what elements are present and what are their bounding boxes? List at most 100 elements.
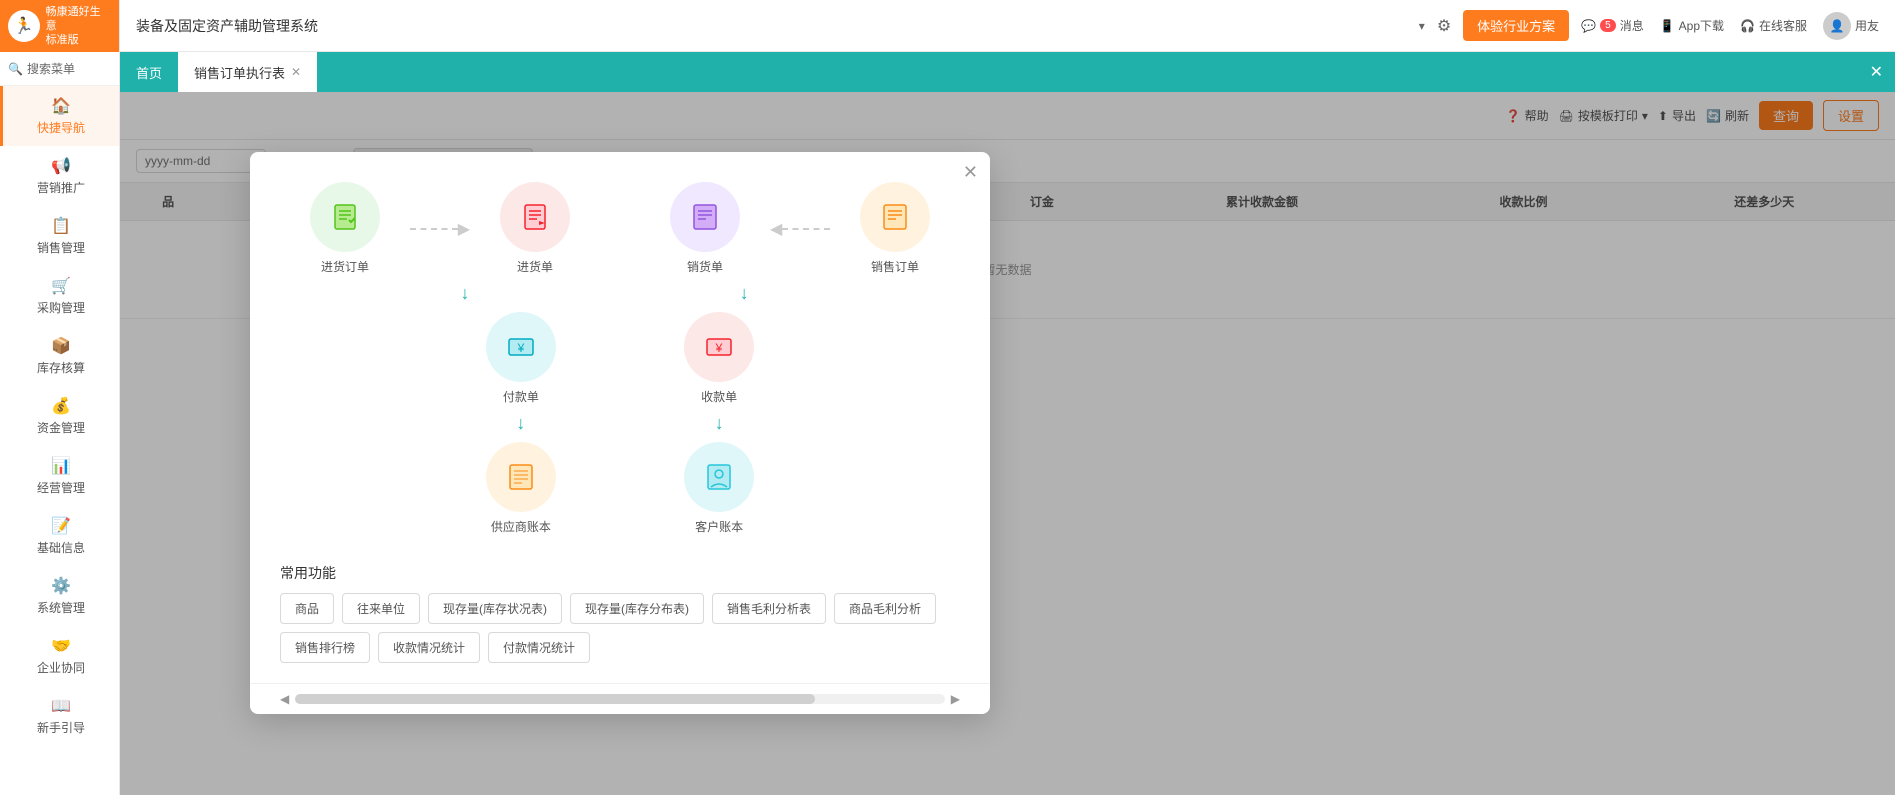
func-btn-sales-rank[interactable]: 销售排行榜	[280, 632, 370, 663]
func-btn-sales-gross[interactable]: 销售毛利分析表	[712, 593, 826, 624]
sidebar-item-basic-info[interactable]: 📝 基础信息	[0, 506, 119, 566]
flow-diagram: 进货订单 ▶	[250, 152, 990, 563]
title-dropdown[interactable]: ▾	[1419, 19, 1425, 33]
scroll-right-button[interactable]: ▶	[951, 692, 960, 706]
chevron-down-icon: ▾	[1419, 19, 1425, 33]
scroll-track[interactable]	[295, 694, 945, 704]
sidebar: 🏃 畅康通好生意 标准版 🔍 搜索菜单 🏠 快捷导航 📢 营销推广 📋 销售管理…	[0, 0, 120, 795]
sidebar-item-enterprise[interactable]: 🤝 企业协同	[0, 626, 119, 686]
tab-close-all-icon[interactable]: ✕	[1870, 62, 1883, 82]
flow-node-purchase-bill[interactable]: 进货单	[470, 182, 600, 275]
common-functions-section: 常用功能 商品 往来单位 现存量(库存状况表) 现存量(库存分布表) 销售毛利分…	[250, 563, 990, 683]
settings-icon[interactable]: ⚙	[1437, 16, 1451, 36]
sidebar-item-finance[interactable]: 💰 资金管理	[0, 386, 119, 446]
sales-order-icon	[860, 182, 930, 252]
tab-close-icon[interactable]: ✕	[291, 65, 301, 79]
sidebar-item-sales[interactable]: 📋 销售管理	[0, 206, 119, 266]
flow-node-purchase-order[interactable]: 进货订单	[280, 182, 410, 275]
purchase-icon: 🛒	[51, 276, 71, 296]
flow-node-sales-order[interactable]: 销售订单	[830, 182, 960, 275]
basic-info-icon: 📝	[51, 516, 71, 536]
func-btn-payment-stats[interactable]: 付款情况统计	[488, 632, 590, 663]
guide-icon: 📖	[51, 696, 71, 716]
customer-account-icon	[684, 442, 754, 512]
payment-icon: ¥	[486, 312, 556, 382]
flow-modal: ✕	[250, 152, 990, 714]
download-icon: 📱	[1660, 19, 1675, 33]
arrow-sales-order-to-bill: ◀	[770, 219, 830, 239]
marketing-icon: 📢	[51, 156, 71, 176]
main-area: 装备及固定资产辅助管理系统 ▾ ⚙ 体验行业方案 💬 5 消息 📱 App下载 …	[120, 0, 1895, 795]
scroll-thumb	[295, 694, 815, 704]
sidebar-item-guide[interactable]: 📖 新手引导	[0, 686, 119, 746]
purchase-order-icon	[310, 182, 380, 252]
flow-row-1: 进货订单 ▶	[280, 182, 960, 275]
flow-node-payment[interactable]: ¥ 付款单	[459, 312, 582, 405]
tab-home[interactable]: 首页	[120, 52, 178, 92]
enterprise-icon: 🤝	[51, 636, 71, 656]
system-title: 装备及固定资产辅助管理系统	[136, 16, 1407, 36]
modal-scrollbar: ◀ ▶	[250, 683, 990, 714]
experience-plan-button[interactable]: 体验行业方案	[1463, 10, 1569, 41]
sidebar-item-inventory[interactable]: 📦 库存核算	[0, 326, 119, 386]
sidebar-item-quick-nav[interactable]: 🏠 快捷导航	[0, 86, 119, 146]
svg-text:¥: ¥	[517, 341, 525, 355]
func-btn-product-gross[interactable]: 商品毛利分析	[834, 593, 936, 624]
sidebar-search[interactable]: 🔍 搜索菜单	[0, 52, 119, 86]
modal-close-button[interactable]: ✕	[963, 162, 978, 183]
flow-row-3: 供应商账本 客户账本	[280, 442, 960, 535]
home-icon: 🏠	[51, 96, 71, 116]
func-btn-product[interactable]: 商品	[280, 593, 334, 624]
receipt-icon: ¥	[684, 312, 754, 382]
purchase-bill-icon	[500, 182, 570, 252]
flow-node-customer[interactable]: 客户账本	[658, 442, 781, 535]
logo-icon: 🏃	[8, 10, 40, 42]
flow-arrows-row2: ↓ ↓	[280, 413, 960, 434]
flow-arrows-row: ↓ ↓	[280, 283, 960, 304]
user-avatar[interactable]: 👤 用友	[1823, 12, 1879, 40]
func-btn-current-stock-status[interactable]: 现存量(库存状况表)	[428, 593, 562, 624]
sales-icon: 📋	[51, 216, 71, 236]
svg-text:¥: ¥	[715, 341, 723, 355]
sidebar-item-system[interactable]: ⚙️ 系统管理	[0, 566, 119, 626]
flow-row-2: ¥ 付款单 ¥ 收款单	[280, 312, 960, 405]
sales-bill-icon	[670, 182, 740, 252]
arrow-purchase-to-bill: ▶	[410, 219, 470, 239]
arrow-down-purchase-bill: ↓	[410, 283, 520, 304]
supplier-account-icon	[486, 442, 556, 512]
sidebar-item-purchase[interactable]: 🛒 采购管理	[0, 266, 119, 326]
avatar: 👤	[1823, 12, 1851, 40]
inventory-icon: 📦	[51, 336, 71, 356]
function-buttons-row2: 销售排行榜 收款情况统计 付款情况统计	[280, 632, 960, 663]
content-area: ❓ 帮助 🖨 按模板打印 ▾ ⬆ 导出 🔄 刷新 查询 设置	[120, 92, 1895, 795]
message-button[interactable]: 💬 5 消息	[1581, 17, 1644, 34]
topbar: 装备及固定资产辅助管理系统 ▾ ⚙ 体验行业方案 💬 5 消息 📱 App下载 …	[120, 0, 1895, 52]
finance-icon: 💰	[51, 396, 71, 416]
message-badge: 5	[1600, 19, 1616, 32]
operations-icon: 📊	[51, 456, 71, 476]
sidebar-item-operations[interactable]: 📊 经营管理	[0, 446, 119, 506]
flow-node-sales-bill[interactable]: 销货单	[640, 182, 770, 275]
scroll-left-button[interactable]: ◀	[280, 692, 289, 706]
service-icon: 🎧	[1740, 19, 1755, 33]
message-icon: 💬	[1581, 19, 1596, 33]
app-download-button[interactable]: 📱 App下载	[1660, 17, 1724, 34]
func-btn-counterpart[interactable]: 往来单位	[342, 593, 420, 624]
tab-sales-order-exec[interactable]: 销售订单执行表 ✕	[178, 52, 317, 92]
func-btn-current-stock-dist[interactable]: 现存量(库存分布表)	[570, 593, 704, 624]
common-functions-title: 常用功能	[280, 563, 960, 583]
sidebar-nav: 🏠 快捷导航 📢 营销推广 📋 销售管理 🛒 采购管理 📦 库存核算 💰 资金管…	[0, 86, 119, 795]
topbar-right: 💬 5 消息 📱 App下载 🎧 在线客服 👤 用友	[1581, 12, 1879, 40]
function-buttons: 商品 往来单位 现存量(库存状况表) 现存量(库存分布表) 销售毛利分析表 商品…	[280, 593, 960, 624]
flow-node-supplier[interactable]: 供应商账本	[459, 442, 582, 535]
tabbar: 首页 销售订单执行表 ✕ ✕	[120, 52, 1895, 92]
online-service-button[interactable]: 🎧 在线客服	[1740, 17, 1807, 34]
arrow-down-sales-bill: ↓	[689, 283, 799, 304]
flow-node-receipt[interactable]: ¥ 收款单	[658, 312, 781, 405]
sidebar-item-marketing[interactable]: 📢 营销推广	[0, 146, 119, 206]
logo-text: 畅康通好生意 标准版	[46, 5, 111, 48]
system-icon: ⚙️	[51, 576, 71, 596]
sidebar-logo: 🏃 畅康通好生意 标准版	[0, 0, 119, 52]
func-btn-receipt-stats[interactable]: 收款情况统计	[378, 632, 480, 663]
search-icon: 🔍	[8, 62, 23, 76]
